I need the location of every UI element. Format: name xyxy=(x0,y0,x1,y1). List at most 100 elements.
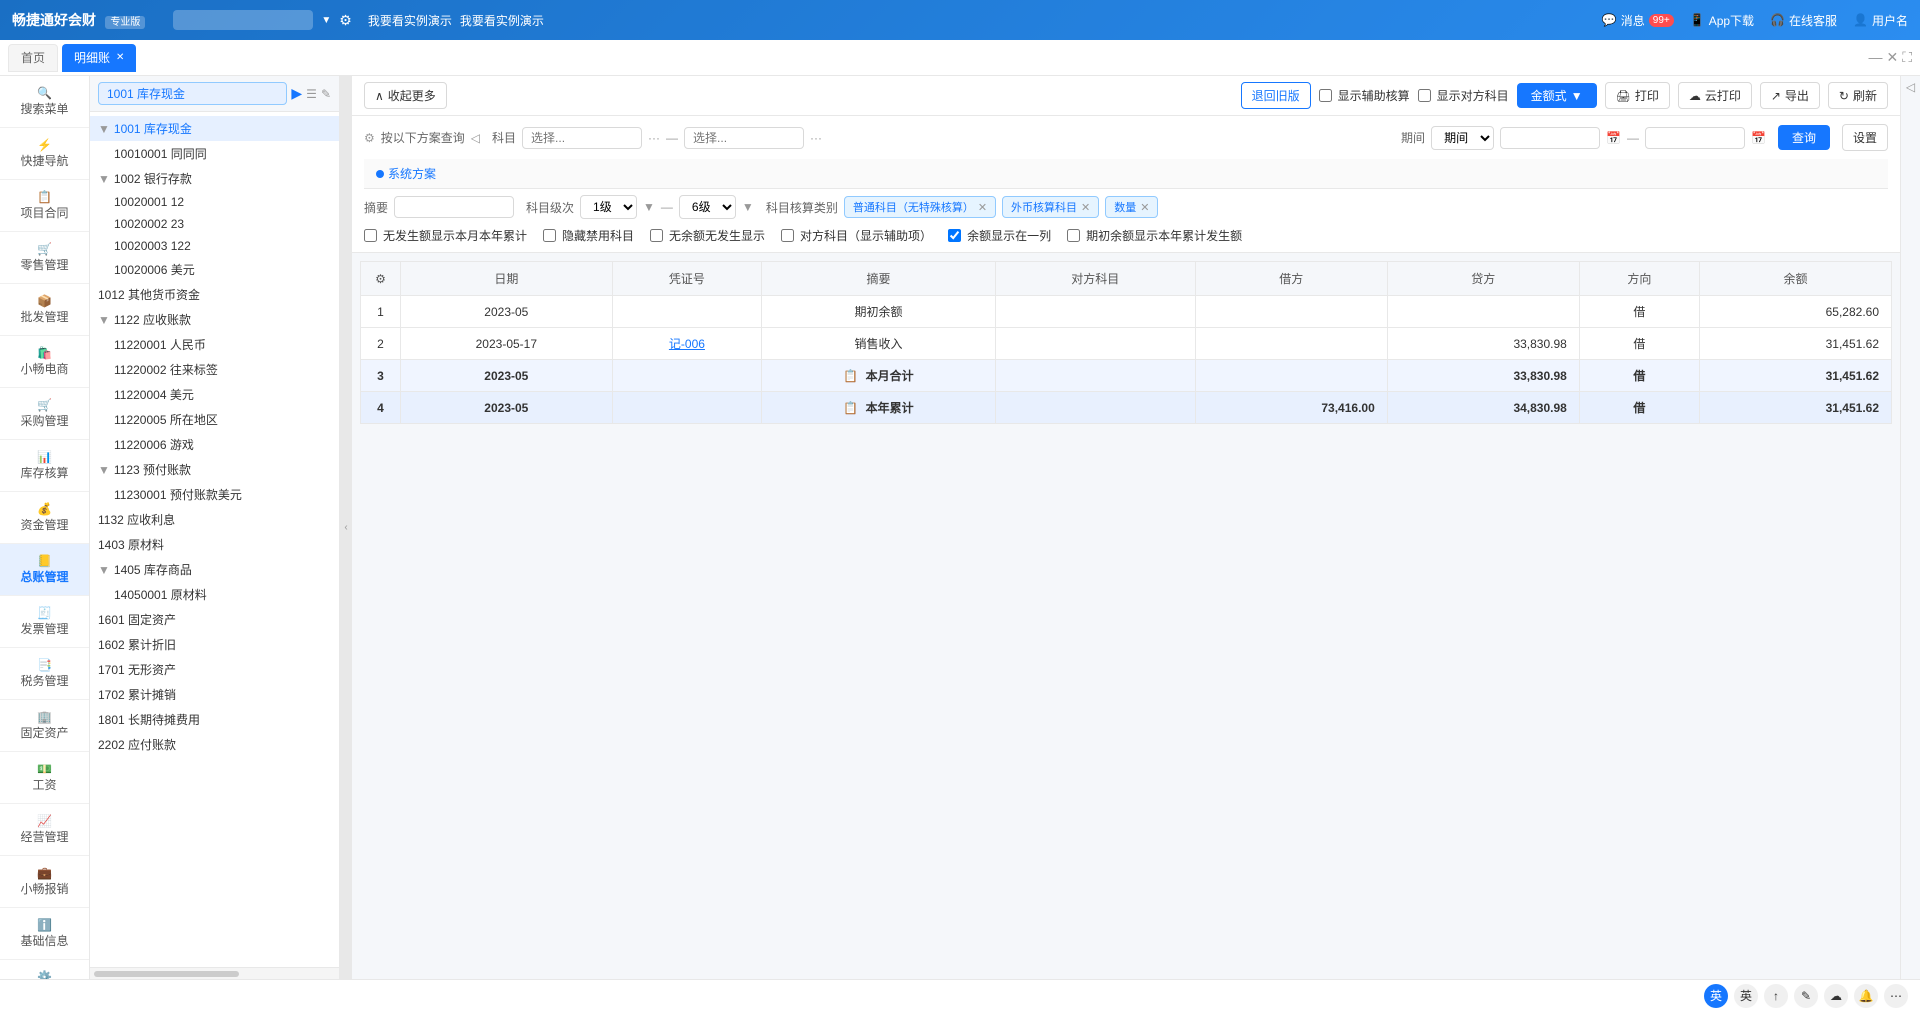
calendar-icon[interactable]: 📅 xyxy=(1606,131,1621,145)
tree-item-10020002[interactable]: 10020002 23 xyxy=(90,213,339,235)
cb-contra-subject-input[interactable] xyxy=(781,229,794,242)
cb-no-balance-input[interactable] xyxy=(650,229,663,242)
cb-no-balance[interactable]: 无余额无发生显示 xyxy=(650,227,765,244)
sidebar-item-inventory[interactable]: 📊 库存核算 xyxy=(0,440,89,492)
window-minimize-icon[interactable]: — xyxy=(1868,49,1882,66)
query-btn[interactable]: 查询 xyxy=(1778,125,1830,150)
cb-no-occurrence-input[interactable] xyxy=(364,229,377,242)
demo-link-text[interactable]: 我要看实例演示 xyxy=(460,12,544,29)
sidebar-item-invoice[interactable]: 🧾 发票管理 xyxy=(0,596,89,648)
tag-remove-foreign[interactable]: ✕ xyxy=(1081,201,1090,214)
refresh-btn[interactable]: ↻ 刷新 xyxy=(1828,82,1888,109)
system-scheme-btn[interactable]: 系统方案 xyxy=(376,165,436,182)
subject-end-input[interactable] xyxy=(684,127,804,149)
show-aux-checkbox[interactable]: 显示辅助核算 xyxy=(1319,87,1410,104)
sidebar-item-retail[interactable]: 🛒 零售管理 xyxy=(0,232,89,284)
edit-icon[interactable]: ✎ xyxy=(321,87,331,101)
tree-item-1601[interactable]: 1601 固定资产 xyxy=(90,607,339,632)
cb-hide-disabled-input[interactable] xyxy=(543,229,556,242)
tree-item-11220005[interactable]: 11220005 所在地区 xyxy=(90,407,339,432)
show-contra-checkbox[interactable]: 显示对方科目 xyxy=(1418,87,1509,104)
tab-ledger[interactable]: 明细账 ✕ xyxy=(62,44,136,72)
tree-item-1122[interactable]: ▼ 1122 应收账款 xyxy=(90,307,339,332)
tree-item-1405[interactable]: ▼ 1405 库存商品 xyxy=(90,557,339,582)
list-icon[interactable]: ☰ xyxy=(306,87,317,101)
tree-item-1602[interactable]: 1602 累计折旧 xyxy=(90,632,339,657)
cloud-print-btn[interactable]: ☁ 云打印 xyxy=(1678,82,1752,109)
tree-item-10020001[interactable]: 10020001 12 xyxy=(90,191,339,213)
tree-item-10010001[interactable]: 10010001 同同同 xyxy=(90,141,339,166)
online-service-btn[interactable]: 🎧 在线客服 xyxy=(1770,12,1837,29)
tab-close-icon[interactable]: ✕ xyxy=(116,52,124,63)
tag-remove-quantity[interactable]: ✕ xyxy=(1140,201,1149,214)
level-end-select[interactable]: 6级 5级 4级 xyxy=(679,195,736,219)
sidebar-item-expense[interactable]: 💼 小畅报销 xyxy=(0,856,89,908)
period-type-select[interactable]: 期间 xyxy=(1431,126,1494,150)
cb-contra-subject[interactable]: 对方科目（显示辅助项） xyxy=(781,227,932,244)
sidebar-item-wholesale[interactable]: 📦 批发管理 xyxy=(0,284,89,336)
window-expand-icon[interactable]: ⛶ xyxy=(1902,49,1912,66)
tree-item-1132[interactable]: 1132 应收利息 xyxy=(90,507,339,532)
sidebar-item-funds[interactable]: 💰 资金管理 xyxy=(0,492,89,544)
sidebar-item-management[interactable]: 📈 经营管理 xyxy=(0,804,89,856)
user-avatar[interactable]: 👤 用户名 xyxy=(1853,12,1908,29)
demo-link[interactable]: 我要看实例演示 xyxy=(368,12,452,29)
expand-more-btn[interactable]: ∧ 收起更多 xyxy=(364,82,447,109)
tree-item-11220002[interactable]: 11220002 往来标签 xyxy=(90,357,339,382)
tree-item-1701[interactable]: 1701 无形资产 xyxy=(90,657,339,682)
panel-collapse-handle[interactable]: ‹ xyxy=(340,76,352,979)
arrow-right-icon[interactable]: ▶ xyxy=(291,85,302,102)
global-search-input[interactable] xyxy=(173,10,313,30)
tree-item-2202[interactable]: 2202 应付账款 xyxy=(90,732,339,757)
sidebar-item-assets[interactable]: 🏢 固定资产 xyxy=(0,700,89,752)
collapse-left-icon[interactable]: ◁ xyxy=(471,131,480,145)
sidebar-item-ecommerce[interactable]: 🛍️ 小畅电商 xyxy=(0,336,89,388)
cb-ytd-opening-input[interactable] xyxy=(1067,229,1080,242)
sidebar-item-purchase[interactable]: 🛒 采购管理 xyxy=(0,388,89,440)
cb-no-occurrence[interactable]: 无发生额显示本月本年累计 xyxy=(364,227,527,244)
tree-scrollbar-thumb[interactable] xyxy=(94,971,239,977)
col-settings-icon[interactable]: ⚙ xyxy=(375,272,386,286)
message-btn[interactable]: 💬 消息 99+ xyxy=(1602,12,1674,29)
tree-item-1702[interactable]: 1702 累计摊销 xyxy=(90,682,339,707)
tab-home[interactable]: 首页 xyxy=(8,44,58,72)
bottom-upload-btn[interactable]: ↑ xyxy=(1764,984,1788,1008)
tree-item-11220006[interactable]: 11220006 游戏 xyxy=(90,432,339,457)
tree-scrollbar[interactable] xyxy=(90,967,339,979)
show-contra-input[interactable] xyxy=(1418,89,1431,102)
settings-btn[interactable]: 设置 xyxy=(1842,124,1888,151)
period-start-input[interactable]: 2023-05 xyxy=(1500,127,1600,149)
sidebar-item-system[interactable]: ⚙️ 系统管理 xyxy=(0,960,89,979)
sidebar-item-tax[interactable]: 📑 税务管理 xyxy=(0,648,89,700)
cb-hide-disabled[interactable]: 隐藏禁用科目 xyxy=(543,227,634,244)
bottom-cloud-btn[interactable]: ☁ xyxy=(1824,984,1848,1008)
bottom-edit-btn[interactable]: ✎ xyxy=(1794,984,1818,1008)
print-btn[interactable]: 🖨 打印 xyxy=(1605,82,1670,109)
sidebar-item-basic[interactable]: ℹ️ 基础信息 xyxy=(0,908,89,960)
tree-item-11230001[interactable]: 11230001 预付账款美元 xyxy=(90,482,339,507)
tree-item-1001[interactable]: ▼ 1001 库存现金 xyxy=(90,116,339,141)
cb-ytd-opening[interactable]: 期初余额显示本年累计发生额 xyxy=(1067,227,1242,244)
export-btn[interactable]: ↗ 导出 xyxy=(1760,82,1820,109)
tag-remove-normal[interactable]: ✕ xyxy=(978,201,987,214)
tree-item-1012[interactable]: 1012 其他货币资金 xyxy=(90,282,339,307)
period-end-input[interactable]: 2023-05 xyxy=(1645,127,1745,149)
tree-item-10020006[interactable]: 10020006 美元 xyxy=(90,257,339,282)
right-expand-icon[interactable]: ◁ xyxy=(1904,80,1918,94)
tree-item-1801[interactable]: 1801 长期待摊费用 xyxy=(90,707,339,732)
tree-item-14050001[interactable]: 14050001 原材料 xyxy=(90,582,339,607)
tree-item-10020003[interactable]: 10020003 122 xyxy=(90,235,339,257)
sidebar-item-project[interactable]: 📋 项目合同 xyxy=(0,180,89,232)
cb-balance-one-col[interactable]: 余额显示在一列 xyxy=(948,227,1051,244)
tree-item-11220001[interactable]: 11220001 人民币 xyxy=(90,332,339,357)
tree-item-11220004[interactable]: 11220004 美元 xyxy=(90,382,339,407)
sidebar-item-ledger[interactable]: 📒 总账管理 xyxy=(0,544,89,596)
app-download-btn[interactable]: 📱 App下载 xyxy=(1690,12,1754,29)
bottom-more-btn[interactable]: ⋯ xyxy=(1884,984,1908,1008)
bottom-bell-btn[interactable]: 🔔 xyxy=(1854,984,1878,1008)
bottom-en-btn[interactable]: 英 xyxy=(1734,984,1758,1008)
view-mode-btn[interactable]: 金额式 ▼ xyxy=(1517,83,1597,108)
voucher-link[interactable]: 记-006 xyxy=(669,337,705,351)
tree-item-1002[interactable]: ▼ 1002 银行存款 xyxy=(90,166,339,191)
summary-input[interactable] xyxy=(394,196,514,218)
